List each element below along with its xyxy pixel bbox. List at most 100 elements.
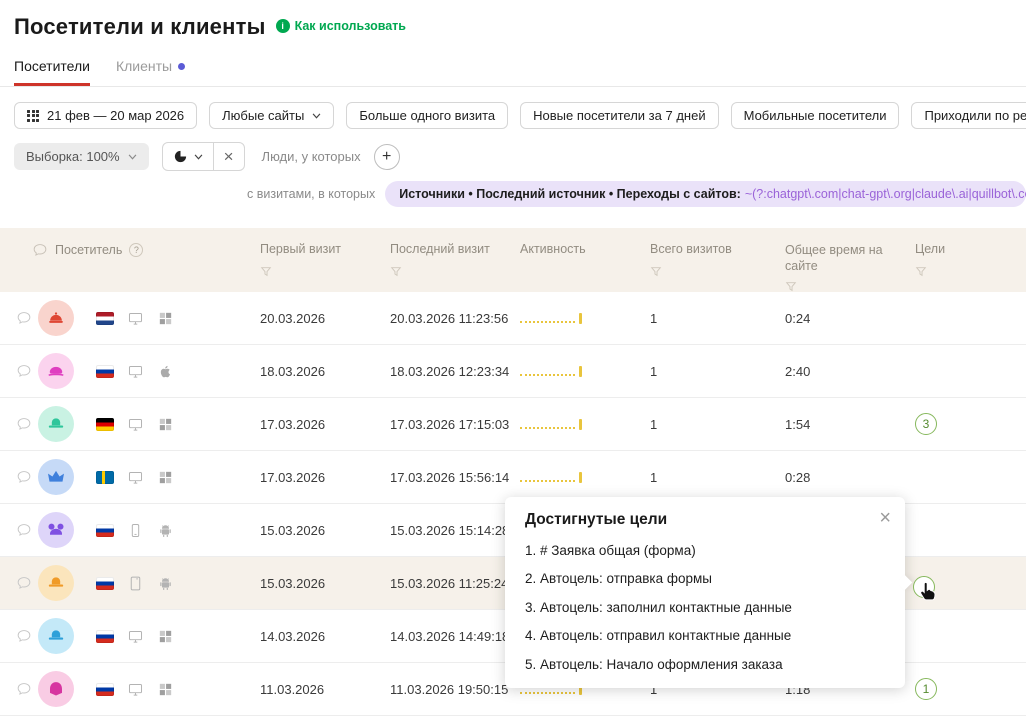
visitor-help-icon[interactable]: ? bbox=[129, 243, 144, 257]
visitor-cell bbox=[0, 618, 260, 654]
visitors-page: Посетители и клиенты i Как использовать … bbox=[0, 0, 1026, 720]
last-visit-cell: 15.03.2026 15:14:28 bbox=[390, 522, 510, 538]
segment-button[interactable]: Мобильные посетители bbox=[730, 102, 900, 129]
segment-button[interactable]: Больше одного визита bbox=[346, 102, 509, 129]
fedora-icon bbox=[48, 630, 64, 640]
comment-icon[interactable] bbox=[16, 469, 32, 485]
goal-count-badge[interactable]: 1 bbox=[915, 678, 937, 700]
filter-funnel-icon[interactable] bbox=[650, 266, 662, 278]
visitor-cell bbox=[0, 300, 260, 336]
tablet-icon bbox=[130, 576, 141, 590]
windows-icon bbox=[159, 312, 172, 324]
tooltip-goal-item: 3. Автоцель: заполнил контактные данные bbox=[525, 599, 792, 615]
avatar[interactable] bbox=[38, 459, 74, 495]
filter-funnel-icon[interactable] bbox=[260, 266, 272, 278]
hovered-goal-badge[interactable] bbox=[911, 574, 941, 606]
avatar[interactable] bbox=[38, 512, 74, 548]
nl-flag-icon bbox=[96, 311, 114, 325]
source-chip-regex: ~(?:chatgpt\.com|chat-gpt\.org|claude\.a… bbox=[744, 187, 1026, 201]
de-flag-icon bbox=[96, 417, 114, 431]
table-row[interactable]: 20.03.2026 20.03.2026 11:23:56 1 0:24 bbox=[0, 292, 1026, 345]
avatar[interactable] bbox=[38, 565, 74, 601]
total-visits-cell: 1 bbox=[650, 310, 658, 326]
windows-icon bbox=[159, 630, 172, 642]
comment-icon[interactable] bbox=[16, 522, 32, 538]
calendar-grid-icon bbox=[27, 109, 39, 122]
windows-icon bbox=[159, 471, 172, 483]
segment-button[interactable]: Приходили по рекламе bbox=[911, 102, 1026, 129]
last-visit-cell: 17.03.2026 17:15:03 bbox=[390, 416, 510, 432]
activity-cell bbox=[520, 418, 650, 431]
total-time-cell: 2:40 bbox=[785, 363, 811, 379]
segment-condition-row: с визитами, в которых Источники • Послед… bbox=[0, 171, 1026, 207]
how-to-use-link[interactable]: i Как использовать bbox=[275, 19, 406, 33]
comment-icon[interactable] bbox=[16, 310, 32, 326]
avatar[interactable] bbox=[38, 406, 74, 442]
comment-icon[interactable] bbox=[16, 416, 32, 432]
tooltip-close-icon[interactable]: × bbox=[879, 507, 891, 530]
last-visit-cell: 17.03.2026 15:56:14 bbox=[390, 469, 510, 485]
segment-button[interactable]: Новые посетители за 7 дней bbox=[520, 102, 719, 129]
pie-chart-icon bbox=[174, 149, 187, 163]
tooltip-title: Достигнутые цели bbox=[525, 511, 668, 528]
tab-clients[interactable]: Клиенты bbox=[115, 58, 186, 86]
col-first-visit[interactable]: Первый визит bbox=[260, 242, 390, 256]
date-range-button[interactable]: 21 фев — 20 мар 2026 bbox=[14, 102, 198, 129]
tooltip-goal-list: 1. # Заявка общая (форма) 2. Автоцель: от… bbox=[525, 543, 885, 672]
col-goals[interactable]: Цели bbox=[915, 242, 945, 256]
total-visits-cell: 1 bbox=[650, 363, 658, 379]
tab-clients-label: Клиенты bbox=[115, 58, 173, 74]
col-visits[interactable]: Всего визитов bbox=[650, 242, 785, 256]
table-header: Посетитель ? Первый визит Последний визи… bbox=[0, 228, 1026, 292]
filter-funnel-icon[interactable] bbox=[915, 266, 927, 278]
table-row[interactable]: 17.03.2026 17.03.2026 17:15:03 1 1:54 3 bbox=[0, 398, 1026, 451]
visitor-cell bbox=[0, 512, 260, 548]
table-row[interactable]: 18.03.2026 18.03.2026 12:23:34 1 2:40 bbox=[0, 345, 1026, 398]
activity-sparkline bbox=[520, 365, 584, 378]
total-visits-cell: 1 bbox=[650, 416, 658, 432]
sampling-label: Выборка: 100% bbox=[26, 149, 120, 164]
clear-segment-button[interactable]: × bbox=[212, 143, 244, 170]
col-activity[interactable]: Активность bbox=[520, 242, 650, 256]
activity-sparkline bbox=[520, 471, 584, 484]
clients-badge-dot bbox=[178, 62, 186, 70]
tooltip-goal-item: 4. Автоцель: отправил контактные данные bbox=[525, 628, 792, 643]
sampling-button[interactable]: Выборка: 100% bbox=[14, 143, 149, 170]
cap-icon bbox=[48, 366, 64, 376]
site-filter-button[interactable]: Любые сайты bbox=[209, 102, 335, 129]
col-last-visit[interactable]: Последний визит bbox=[390, 242, 520, 256]
total-time-cell: 1:54 bbox=[785, 416, 811, 432]
tabs: Посетители Клиенты bbox=[14, 58, 1010, 86]
first-visit-cell: 17.03.2026 bbox=[260, 416, 326, 432]
info-icon: i bbox=[275, 19, 290, 33]
first-visit-cell: 17.03.2026 bbox=[260, 469, 326, 485]
source-filter-chip[interactable]: Источники • Последний источник • Переход… bbox=[385, 181, 1026, 207]
segment-chart-button[interactable] bbox=[163, 149, 213, 164]
activity-cell bbox=[520, 365, 650, 378]
comment-icon[interactable] bbox=[16, 575, 32, 591]
comment-icon[interactable] bbox=[16, 628, 32, 644]
filter-funnel-icon[interactable] bbox=[390, 266, 402, 278]
fedora-icon bbox=[48, 418, 64, 428]
tooltip-goal-item: 1. # Заявка общая (форма) bbox=[525, 542, 696, 558]
ru-flag-icon bbox=[96, 576, 114, 590]
add-condition-button[interactable]: + bbox=[373, 143, 400, 170]
mouse-cursor-icon bbox=[920, 581, 936, 601]
col-time[interactable]: Общее время на сайте bbox=[785, 242, 885, 275]
goal-count-badge[interactable]: 3 bbox=[915, 413, 937, 435]
col-visitor[interactable]: Посетитель bbox=[55, 243, 122, 257]
first-visit-cell: 15.03.2026 bbox=[260, 575, 326, 591]
visitor-cell bbox=[0, 565, 260, 601]
filter-funnel-icon[interactable] bbox=[785, 281, 797, 293]
comment-icon[interactable] bbox=[16, 681, 32, 697]
visitor-cell bbox=[0, 459, 260, 495]
comment-icon[interactable] bbox=[16, 363, 32, 379]
ru-flag-icon bbox=[96, 364, 114, 378]
avatar[interactable] bbox=[38, 618, 74, 654]
first-visit-cell: 14.03.2026 bbox=[260, 628, 326, 644]
avatar[interactable] bbox=[38, 300, 74, 336]
tab-visitors[interactable]: Посетители bbox=[14, 58, 90, 86]
segment-buttons: Больше одного визита Новые посетители за … bbox=[346, 102, 1026, 129]
avatar[interactable] bbox=[38, 353, 74, 389]
avatar[interactable] bbox=[38, 671, 74, 707]
